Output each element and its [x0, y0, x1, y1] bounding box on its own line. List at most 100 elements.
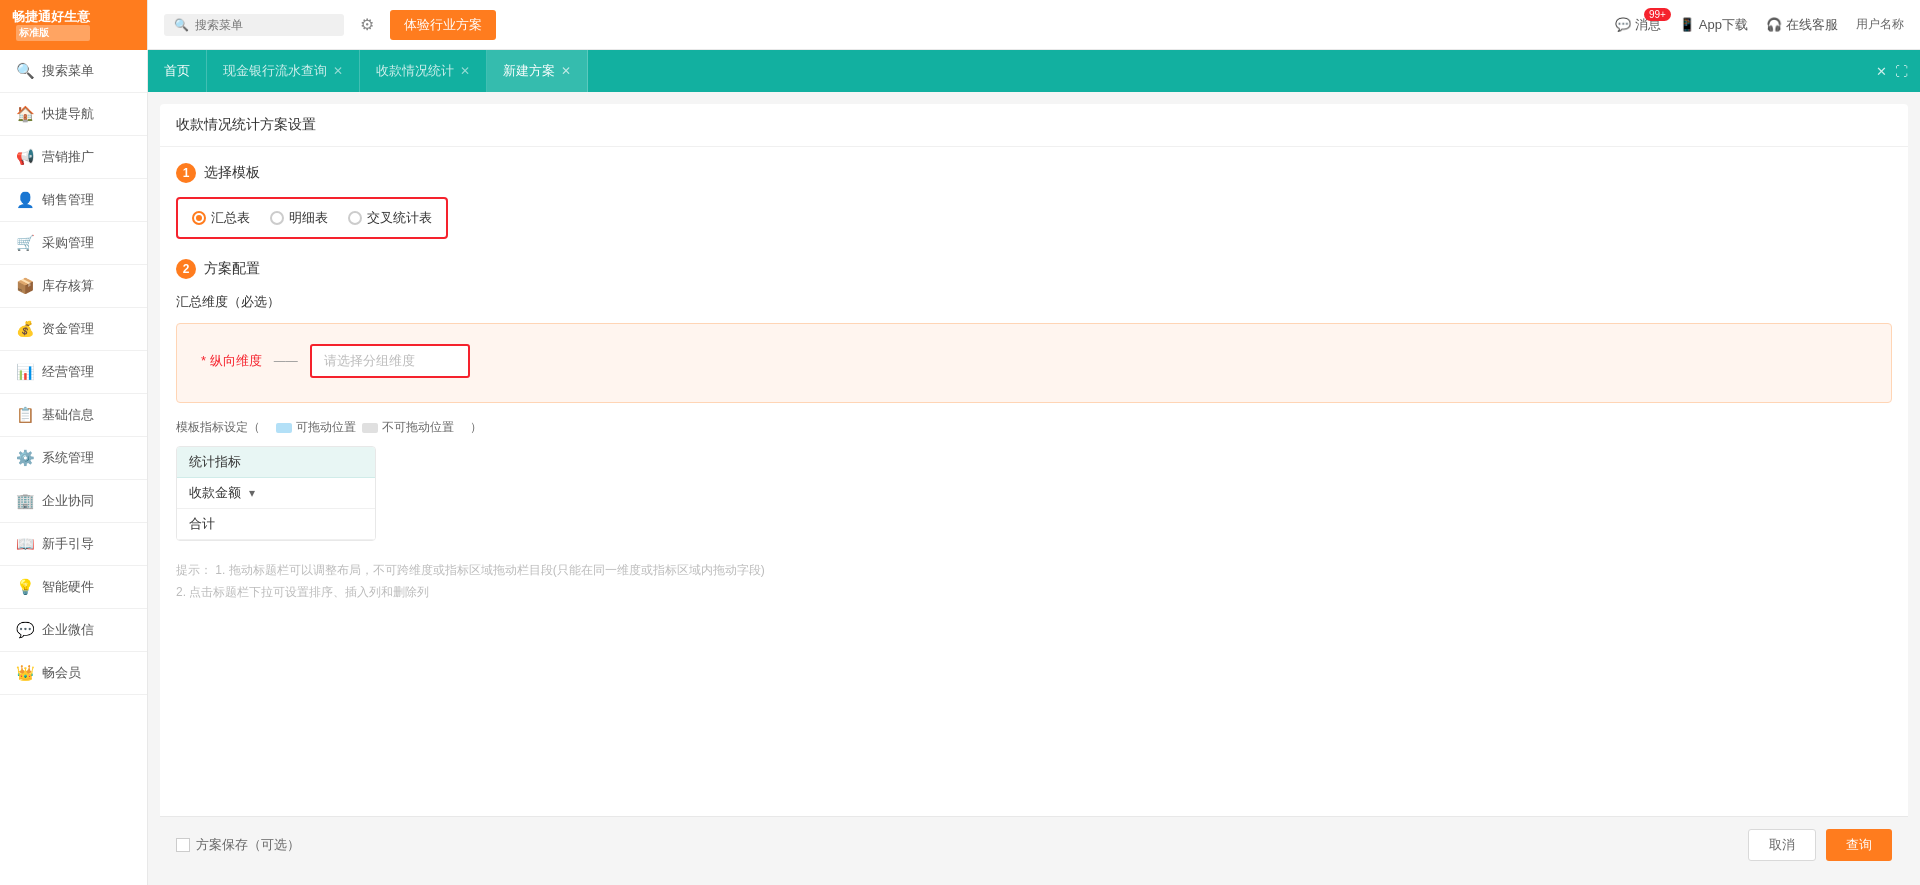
service-icon: 🎧 — [1766, 17, 1782, 32]
query-button[interactable]: 查询 — [1826, 829, 1892, 861]
tab-home[interactable]: 首页 — [148, 50, 207, 92]
sidebar-item-label: 营销推广 — [42, 148, 94, 166]
notification-badge: 99+ — [1644, 8, 1671, 21]
sidebar-item-label: 企业微信 — [42, 621, 94, 639]
metric-name-2: 合计 — [189, 515, 215, 533]
dimension-select[interactable]: 请选择分组维度 — [310, 344, 470, 378]
metrics-table: 统计指标 收款金额 ▾ 合计 — [176, 446, 376, 541]
sidebar-item-guide[interactable]: 📖 新手引导 — [0, 523, 147, 566]
sidebar-item-label: 经营管理 — [42, 363, 94, 381]
sidebar-item-search[interactable]: 🔍 搜索菜单 — [0, 50, 147, 93]
sidebar-item-label: 企业协同 — [42, 492, 94, 510]
step1-header: 1 选择模板 — [176, 163, 1892, 183]
save-option-label: 方案保存（可选） — [196, 836, 300, 854]
bottom-buttons: 取消 查询 — [1748, 829, 1892, 861]
tab-receipts[interactable]: 收款情况统计 ✕ — [360, 50, 487, 92]
tab-close-receipts[interactable]: ✕ — [460, 64, 470, 78]
radio-cross-label: 交叉统计表 — [367, 209, 432, 227]
sidebar-item-management[interactable]: 📊 经营管理 — [0, 351, 147, 394]
step1-section: 1 选择模板 汇总表 明细表 — [176, 163, 1892, 239]
plan-config: 汇总维度（必选） * 纵向维度 —— 请选择分组维度 — [176, 293, 1892, 603]
user-name: 用户名称 — [1856, 16, 1904, 33]
search-icon: 🔍 — [174, 18, 189, 32]
drag-legend-fixed: 不可拖动位置 — [362, 419, 454, 436]
metrics-table-header: 统计指标 — [177, 447, 375, 478]
cancel-button[interactable]: 取消 — [1748, 829, 1816, 861]
tab-expand-icon[interactable]: ⛶ — [1895, 64, 1908, 79]
sidebar-item-enterprise[interactable]: 🏢 企业协同 — [0, 480, 147, 523]
sidebar-item-marketing[interactable]: 📢 营销推广 — [0, 136, 147, 179]
radio-detail[interactable]: 明细表 — [270, 209, 328, 227]
app-download-link[interactable]: 📱 App下载 — [1679, 16, 1748, 34]
download-icon: 📱 — [1679, 17, 1695, 32]
card-body: 1 选择模板 汇总表 明细表 — [160, 147, 1908, 816]
tab-new-plan[interactable]: 新建方案 ✕ — [487, 50, 588, 92]
sidebar-item-sales[interactable]: 👤 销售管理 — [0, 179, 147, 222]
app-logo: 畅捷通好生意 标准版 — [0, 0, 147, 50]
sidebar-item-member[interactable]: 👑 畅会员 — [0, 652, 147, 695]
radio-dot-detail — [270, 211, 284, 225]
tab-close-cashflow[interactable]: ✕ — [333, 64, 343, 78]
content-card: 收款情况统计方案设置 1 选择模板 汇总表 — [160, 104, 1908, 873]
save-checkbox[interactable] — [176, 838, 190, 852]
gear-icon[interactable]: ⚙ — [360, 15, 374, 34]
sidebar-item-basics[interactable]: 📋 基础信息 — [0, 394, 147, 437]
message-icon: 💬 — [1615, 17, 1631, 32]
radio-dot-summary — [192, 211, 206, 225]
finance-icon: 💰 — [16, 320, 34, 338]
enterprise-icon: 🏢 — [16, 492, 34, 510]
sidebar-item-label: 搜索菜单 — [42, 62, 94, 80]
tab-bar: 首页 现金银行流水查询 ✕ 收款情况统计 ✕ 新建方案 ✕ ✕ ⛶ — [148, 50, 1920, 92]
drag-label-fixed: 不可拖动位置 — [382, 419, 454, 436]
main-area: 🔍 ⚙ 体验行业方案 💬 消息 99+ 📱 App下载 🎧 在线客服 用户名称 … — [148, 0, 1920, 885]
guide-icon: 📖 — [16, 535, 34, 553]
metric-dropdown-1[interactable]: ▾ — [249, 486, 255, 500]
radio-cross[interactable]: 交叉统计表 — [348, 209, 432, 227]
search-input[interactable] — [195, 18, 334, 32]
radio-detail-label: 明细表 — [289, 209, 328, 227]
sidebar-item-label: 资金管理 — [42, 320, 94, 338]
sidebar-item-label: 快捷导航 — [42, 105, 94, 123]
radio-summary-label: 汇总表 — [211, 209, 250, 227]
search-icon: 🔍 — [16, 62, 34, 80]
dimension-area: * 纵向维度 —— 请选择分组维度 — [176, 323, 1892, 403]
sidebar-item-inventory[interactable]: 📦 库存核算 — [0, 265, 147, 308]
radio-summary[interactable]: 汇总表 — [192, 209, 250, 227]
version-badge: 标准版 — [16, 25, 90, 41]
sidebar-item-system[interactable]: ⚙️ 系统管理 — [0, 437, 147, 480]
tab-close-icon[interactable]: ✕ — [1876, 64, 1887, 79]
search-bar[interactable]: 🔍 — [164, 14, 344, 36]
marketing-icon: 📢 — [16, 148, 34, 166]
step2-title: 方案配置 — [204, 260, 260, 278]
sidebar-item-hardware[interactable]: 💡 智能硬件 — [0, 566, 147, 609]
online-service-link[interactable]: 🎧 在线客服 — [1766, 16, 1838, 34]
notification-bell[interactable]: 💬 消息 99+ — [1615, 16, 1661, 34]
inventory-icon: 📦 — [16, 277, 34, 295]
metrics-table-row-1: 收款金额 ▾ — [177, 478, 375, 509]
metric-name-1: 收款金额 — [189, 484, 241, 502]
save-option[interactable]: 方案保存（可选） — [176, 836, 300, 854]
sidebar-item-nav[interactable]: 🏠 快捷导航 — [0, 93, 147, 136]
home-icon: 🏠 — [16, 105, 34, 123]
dimension-label: * 纵向维度 — [201, 352, 262, 370]
drag-legend-draggable: 可拖动位置 — [276, 419, 356, 436]
hint-line-1: 提示： 1. 拖动标题栏可以调整布局，不可跨维度或指标区域拖动栏目段(只能在同一… — [176, 560, 1892, 582]
sidebar-item-finance[interactable]: 💰 资金管理 — [0, 308, 147, 351]
sidebar-item-label: 基础信息 — [42, 406, 94, 424]
system-icon: ⚙️ — [16, 449, 34, 467]
step2-section: 2 方案配置 汇总维度（必选） * 纵向维度 —— 请选择分组维度 — [176, 259, 1892, 603]
trial-button[interactable]: 体验行业方案 — [390, 10, 496, 40]
tab-close-newplan[interactable]: ✕ — [561, 64, 571, 78]
sidebar-item-wechat[interactable]: 💬 企业微信 — [0, 609, 147, 652]
basics-icon: 📋 — [16, 406, 34, 424]
management-icon: 📊 — [16, 363, 34, 381]
sidebar-item-label: 系统管理 — [42, 449, 94, 467]
sidebar-item-purchase[interactable]: 🛒 采购管理 — [0, 222, 147, 265]
header-right: 💬 消息 99+ 📱 App下载 🎧 在线客服 用户名称 — [1615, 16, 1904, 34]
hint-line-2: 2. 点击标题栏下拉可设置排序、插入列和删除列 — [176, 582, 1892, 604]
member-icon: 👑 — [16, 664, 34, 682]
tab-cashflow[interactable]: 现金银行流水查询 ✕ — [207, 50, 360, 92]
step2-number: 2 — [176, 259, 196, 279]
logo-text: 畅捷通好生意 — [12, 9, 90, 25]
step2-header: 2 方案配置 — [176, 259, 1892, 279]
